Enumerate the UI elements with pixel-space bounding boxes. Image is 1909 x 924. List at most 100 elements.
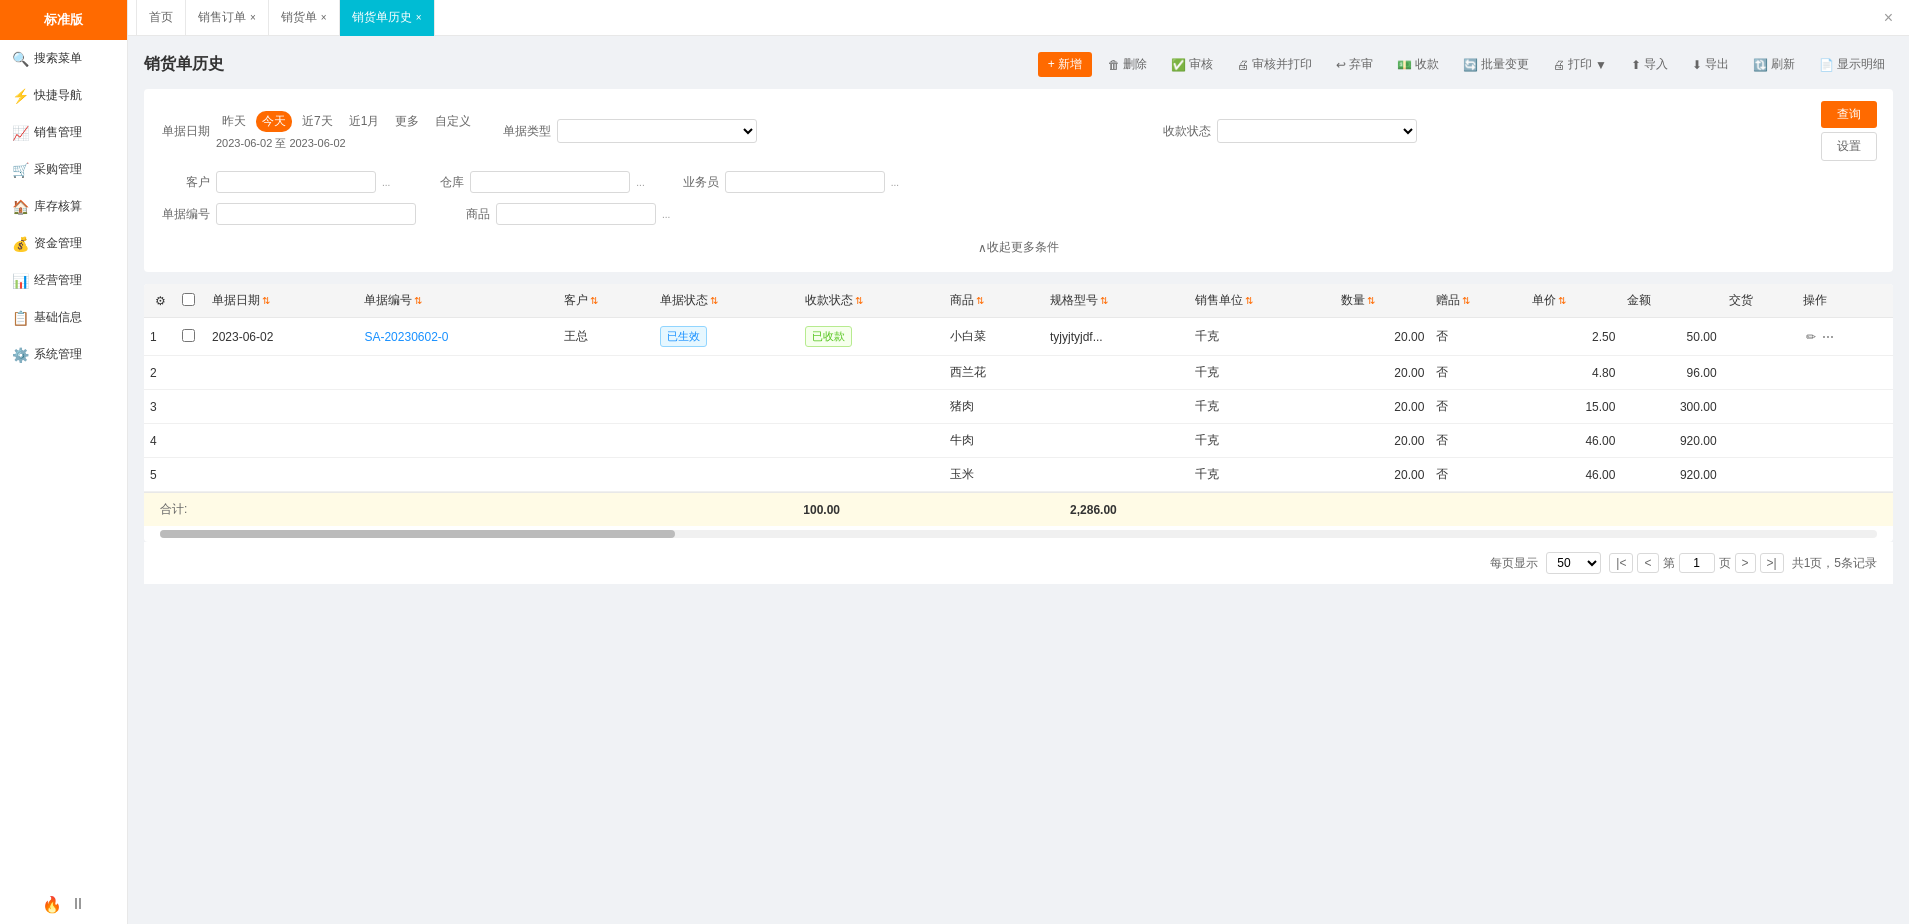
sidebar-item-purchase-mgmt[interactable]: 🛒 采购管理 — [0, 151, 127, 188]
search-button[interactable]: 查询 — [1821, 101, 1877, 128]
th-doc-date-label: 单据日期 — [212, 292, 260, 309]
td-checkbox[interactable] — [176, 458, 206, 492]
sidebar-item-ops-mgmt[interactable]: 📊 经营管理 — [0, 262, 127, 299]
first-page-btn[interactable]: |< — [1609, 553, 1633, 573]
th-doc-date[interactable]: 单据日期⇅ — [206, 284, 358, 318]
sidebar-item-search-menu[interactable]: 🔍 搜索菜单 — [0, 40, 127, 77]
date-btn-7days[interactable]: 近7天 — [296, 111, 339, 132]
doc-no-link[interactable]: SA-20230602-0 — [364, 330, 448, 344]
th-collect-status[interactable]: 收款状态⇅ — [799, 284, 944, 318]
tab-sales-history-close[interactable]: × — [416, 12, 422, 23]
collect-status-select[interactable] — [1217, 119, 1417, 143]
th-goods[interactable]: 商品⇅ — [944, 284, 1044, 318]
new-button[interactable]: + 新增 — [1038, 52, 1092, 77]
td-unit: 千克 — [1189, 424, 1334, 458]
basic-info-icon: 📋 — [12, 310, 28, 326]
prev-page-btn[interactable]: < — [1637, 553, 1658, 573]
export-button[interactable]: ⬇ 导出 — [1684, 52, 1737, 77]
date-btn-more[interactable]: 更多 — [389, 111, 425, 132]
batch-change-button[interactable]: 🔄 批量变更 — [1455, 52, 1537, 77]
select-all-checkbox[interactable] — [182, 293, 195, 306]
next-page-btn[interactable]: > — [1735, 553, 1756, 573]
refresh-button[interactable]: 🔃 刷新 — [1745, 52, 1803, 77]
td-doc-no — [358, 356, 558, 390]
doc-type-select[interactable] — [557, 119, 757, 143]
page-size-select[interactable]: 50 100 — [1546, 552, 1601, 574]
search-menu-icon: 🔍 — [12, 51, 28, 67]
salesperson-dots[interactable]: ... — [891, 177, 899, 188]
fire-icon[interactable]: 🔥 — [42, 895, 62, 914]
gear-icon[interactable]: ⚙ — [155, 294, 166, 308]
import-button[interactable]: ⬆ 导入 — [1623, 52, 1676, 77]
th-doc-no[interactable]: 单据编号⇅ — [358, 284, 558, 318]
warehouse-dots[interactable]: ... — [636, 177, 644, 188]
delete-button[interactable]: 🗑 删除 — [1100, 52, 1155, 77]
row-checkbox[interactable] — [182, 329, 195, 342]
tab-sales-delivery[interactable]: 销货单 × — [269, 0, 340, 36]
tab-sales-order-close[interactable]: × — [250, 12, 256, 23]
audit-print-button[interactable]: 🖨 审核并打印 — [1229, 52, 1320, 77]
tab-home[interactable]: 首页 — [136, 0, 186, 36]
tab-sales-history-label: 销货单历史 — [352, 9, 412, 26]
tab-sales-delivery-close[interactable]: × — [321, 12, 327, 23]
td-row-num: 5 — [144, 458, 176, 492]
collect-button[interactable]: 💵 收款 — [1389, 52, 1447, 77]
tab-sales-history[interactable]: 销货单历史 × — [340, 0, 435, 36]
edit-action-btn[interactable]: ✏ — [1803, 330, 1819, 344]
th-qty[interactable]: 数量⇅ — [1335, 284, 1431, 318]
td-action — [1797, 458, 1893, 492]
th-customer[interactable]: 客户⇅ — [558, 284, 654, 318]
audit-icon: ✅ — [1171, 58, 1186, 72]
abandon-button[interactable]: ↩ 弃审 — [1328, 52, 1381, 77]
th-gear[interactable]: ⚙ — [144, 284, 176, 318]
sidebar-item-quick-nav[interactable]: ⚡ 快捷导航 — [0, 77, 127, 114]
sidebar-item-basic-info[interactable]: 📋 基础信息 — [0, 299, 127, 336]
salesperson-input[interactable] — [725, 171, 885, 193]
th-checkbox[interactable] — [176, 284, 206, 318]
tab-sales-order[interactable]: 销售订单 × — [186, 0, 269, 36]
filter-more-toggle[interactable]: ∧ 收起更多条件 — [160, 235, 1877, 260]
toolbar: + 新增 🗑 删除 ✅ 审核 🖨 审核并打印 ↩ 弃审 — [1038, 52, 1893, 77]
th-spec[interactable]: 规格型号⇅ — [1044, 284, 1189, 318]
doc-no-input[interactable] — [216, 203, 416, 225]
print-button[interactable]: 🖨 打印 ▼ — [1545, 52, 1615, 77]
th-unit[interactable]: 销售单位⇅ — [1189, 284, 1334, 318]
th-doc-status[interactable]: 单据状态⇅ — [654, 284, 799, 318]
sidebar-item-sales-mgmt[interactable]: 📈 销售管理 — [0, 114, 127, 151]
td-doc-status: 已生效 — [654, 318, 799, 356]
tabs-close-btn[interactable]: × — [1876, 9, 1901, 27]
date-btn-1month[interactable]: 近1月 — [343, 111, 386, 132]
date-btn-custom[interactable]: 自定义 — [429, 111, 477, 132]
date-btn-yesterday[interactable]: 昨天 — [216, 111, 252, 132]
show-detail-button[interactable]: 📄 显示明细 — [1811, 52, 1893, 77]
td-price: 15.00 — [1526, 390, 1622, 424]
setting-button[interactable]: 设置 — [1821, 132, 1877, 161]
scrollbar-thumb[interactable] — [160, 530, 675, 538]
goods-dots[interactable]: ... — [662, 209, 670, 220]
td-checkbox[interactable] — [176, 318, 206, 356]
warehouse-input[interactable] — [470, 171, 630, 193]
customer-input[interactable] — [216, 171, 376, 193]
sidebar-item-inventory[interactable]: 🏠 库存核算 — [0, 188, 127, 225]
date-btn-today[interactable]: 今天 — [256, 111, 292, 132]
td-price: 4.80 — [1526, 356, 1622, 390]
last-page-btn[interactable]: >| — [1760, 553, 1784, 573]
td-goods: 猪肉 — [944, 390, 1044, 424]
td-checkbox[interactable] — [176, 356, 206, 390]
more-action-btn[interactable]: ⋯ — [1819, 330, 1837, 344]
sidebar-item-finance-mgmt[interactable]: 💰 资金管理 — [0, 225, 127, 262]
audit-button[interactable]: ✅ 审核 — [1163, 52, 1221, 77]
td-checkbox[interactable] — [176, 390, 206, 424]
td-checkbox[interactable] — [176, 424, 206, 458]
td-row-num: 2 — [144, 356, 176, 390]
sidebar-item-sys-mgmt[interactable]: ⚙️ 系统管理 — [0, 336, 127, 373]
th-gift[interactable]: 赠品⇅ — [1430, 284, 1526, 318]
th-gift-label: 赠品 — [1436, 292, 1460, 309]
th-goods-label: 商品 — [950, 292, 974, 309]
goods-input[interactable] — [496, 203, 656, 225]
th-price[interactable]: 单价⇅ — [1526, 284, 1622, 318]
customer-dots[interactable]: ... — [382, 177, 390, 188]
horizontal-scrollbar[interactable] — [160, 530, 1877, 538]
page-input[interactable] — [1679, 553, 1715, 573]
pause-icon[interactable]: ⏸ — [70, 895, 86, 914]
